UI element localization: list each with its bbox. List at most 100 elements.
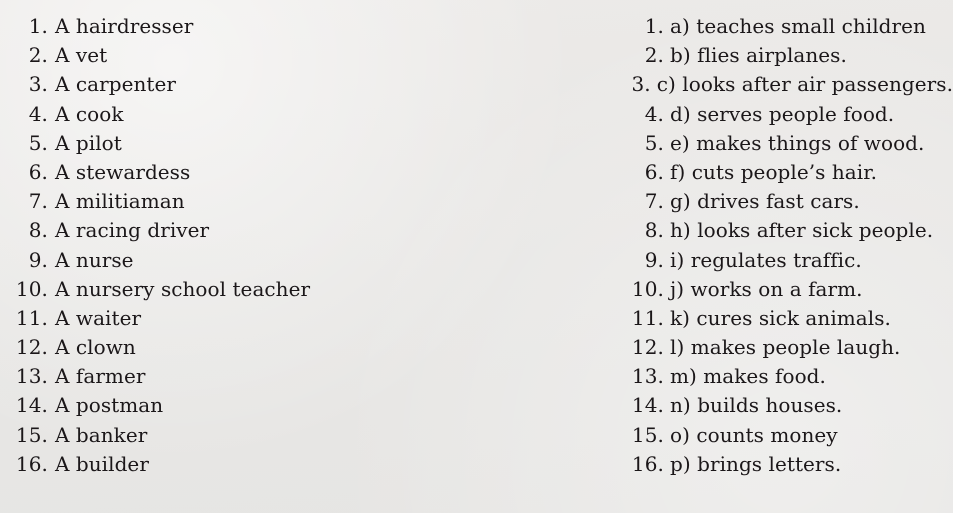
definition-item-number: 12. xyxy=(631,335,664,360)
profession-item: 15. A banker xyxy=(0,421,580,450)
definition-item-number: 1. xyxy=(644,14,664,38)
profession-item-label: A clown xyxy=(55,335,136,360)
profession-item: 4. A cook xyxy=(0,100,580,129)
definition-item-label: o) counts money xyxy=(670,422,838,447)
worksheet-page: 1. A hairdresser 2. A vet 3. A carpenter 4. A c… xyxy=(0,0,953,513)
profession-item: 13. A farmer xyxy=(0,362,580,391)
profession-item-label: A banker xyxy=(55,422,148,447)
profession-item-label: A nursery school teacher xyxy=(55,276,311,301)
definition-item-number: 11. xyxy=(631,305,664,330)
definition-item-label: m) makes food. xyxy=(670,364,826,389)
profession-item-label: A postman xyxy=(55,393,164,418)
profession-item-number: 16. xyxy=(15,451,48,476)
definition-item-number: 2. xyxy=(644,43,664,68)
profession-item-number: 9. xyxy=(28,247,48,272)
profession-item-label: A racing driver xyxy=(55,218,210,243)
profession-item-number: 5. xyxy=(28,130,48,155)
definition-item-number: 10. xyxy=(631,276,664,301)
profession-item-label: A builder xyxy=(55,451,149,476)
definition-item: 3. c) looks after air passengers. xyxy=(580,70,953,99)
definition-item: 7. g) drives fast cars. xyxy=(580,187,953,216)
definitions-column: 1. a) teaches small children 2. b) flies ai… xyxy=(580,0,953,479)
definition-item-number: 15. xyxy=(631,422,664,447)
profession-item: 12. A clown xyxy=(0,333,580,362)
profession-item: 5. A pilot xyxy=(0,129,580,158)
definition-item-label: d) serves people food. xyxy=(670,101,895,126)
definition-item-number: 14. xyxy=(631,393,664,418)
profession-item-label: A waiter xyxy=(55,305,142,330)
profession-item-number: 3. xyxy=(28,72,48,97)
profession-item-label: A carpenter xyxy=(55,72,176,97)
definition-item: 6. f) cuts people’s hair. xyxy=(580,158,953,187)
profession-item: 2. A vet xyxy=(0,41,580,70)
profession-item-label: A pilot xyxy=(55,130,122,155)
definition-item-label: k) cures sick animals. xyxy=(670,305,891,330)
two-column-layout: 1. A hairdresser 2. A vet 3. A carpenter 4. A c… xyxy=(0,0,953,513)
definition-item: 10. j) works on a farm. xyxy=(580,275,953,304)
profession-item-label: A nurse xyxy=(55,247,134,272)
definition-item-number: 16. xyxy=(631,451,664,476)
definition-item: 16. p) brings letters. xyxy=(580,450,953,479)
definition-item-number: 3. xyxy=(631,72,651,97)
profession-item: 3. A carpenter xyxy=(0,70,580,99)
definition-item-label: f) cuts people’s hair. xyxy=(670,159,878,184)
profession-item: 1. A hairdresser xyxy=(0,12,580,41)
profession-item-number: 13. xyxy=(15,364,48,389)
profession-item-number: 2. xyxy=(28,43,48,68)
profession-item-label: A hairdresser xyxy=(55,14,194,38)
definition-item: 2. b) flies airplanes. xyxy=(580,41,953,70)
profession-item-label: A stewardess xyxy=(55,159,191,184)
definition-item: 14. n) builds houses. xyxy=(580,391,953,420)
profession-item: 11. A waiter xyxy=(0,304,580,333)
definition-item-label: a) teaches small children xyxy=(670,14,926,38)
profession-item-label: A militiaman xyxy=(55,189,185,214)
definition-item-label: l) makes people laugh. xyxy=(670,335,901,360)
profession-item: 9. A nurse xyxy=(0,246,580,275)
profession-item: 14. A postman xyxy=(0,391,580,420)
definition-item-label: n) builds houses. xyxy=(670,393,843,418)
definition-item: 15. o) counts money xyxy=(580,421,953,450)
profession-item-number: 14. xyxy=(15,393,48,418)
profession-item-number: 7. xyxy=(28,189,48,214)
definition-item-label: b) flies airplanes. xyxy=(670,43,847,68)
definition-item-label: c) looks after air passengers. xyxy=(656,72,953,97)
definition-item-number: 4. xyxy=(644,101,664,126)
profession-item-number: 11. xyxy=(15,305,48,330)
definition-item: 12. l) makes people laugh. xyxy=(580,333,953,362)
definition-item-number: 6. xyxy=(644,159,664,184)
definition-item: 13. m) makes food. xyxy=(580,362,953,391)
definition-item-number: 13. xyxy=(631,364,664,389)
profession-item-number: 12. xyxy=(15,335,48,360)
definition-item: 5. e) makes things of wood. xyxy=(580,129,953,158)
definition-item: 11. k) cures sick animals. xyxy=(580,304,953,333)
profession-item: 7. A militiaman xyxy=(0,187,580,216)
profession-item-number: 8. xyxy=(28,218,48,243)
professions-column: 1. A hairdresser 2. A vet 3. A carpenter 4. A c… xyxy=(0,0,580,479)
definition-item-number: 8. xyxy=(644,218,664,243)
definition-item-label: j) works on a farm. xyxy=(670,276,863,301)
profession-item-label: A vet xyxy=(55,43,108,68)
definition-item-label: i) regulates traffic. xyxy=(670,247,862,272)
definition-item: 1. a) teaches small children xyxy=(580,12,953,41)
profession-item-number: 15. xyxy=(15,422,48,447)
definition-item: 4. d) serves people food. xyxy=(580,100,953,129)
profession-item: 10. A nursery school teacher xyxy=(0,275,580,304)
profession-item: 6. A stewardess xyxy=(0,158,580,187)
profession-item: 16. A builder xyxy=(0,450,580,479)
profession-item-number: 1. xyxy=(28,14,48,38)
profession-item-label: A farmer xyxy=(55,364,146,389)
definition-item: 8. h) looks after sick people. xyxy=(580,216,953,245)
definition-item-label: g) drives fast cars. xyxy=(670,189,860,214)
definition-item: 9. i) regulates traffic. xyxy=(580,246,953,275)
profession-item-number: 4. xyxy=(28,101,48,126)
profession-item-number: 10. xyxy=(15,276,48,301)
profession-item-label: A cook xyxy=(55,101,124,126)
definition-item-number: 7. xyxy=(644,189,664,214)
definition-item-label: e) makes things of wood. xyxy=(670,130,925,155)
definition-item-number: 9. xyxy=(644,247,664,272)
definition-item-label: p) brings letters. xyxy=(670,451,842,476)
profession-item: 8. A racing driver xyxy=(0,216,580,245)
definition-item-label: h) looks after sick people. xyxy=(670,218,934,243)
profession-item-number: 6. xyxy=(28,159,48,184)
definition-item-number: 5. xyxy=(644,130,664,155)
